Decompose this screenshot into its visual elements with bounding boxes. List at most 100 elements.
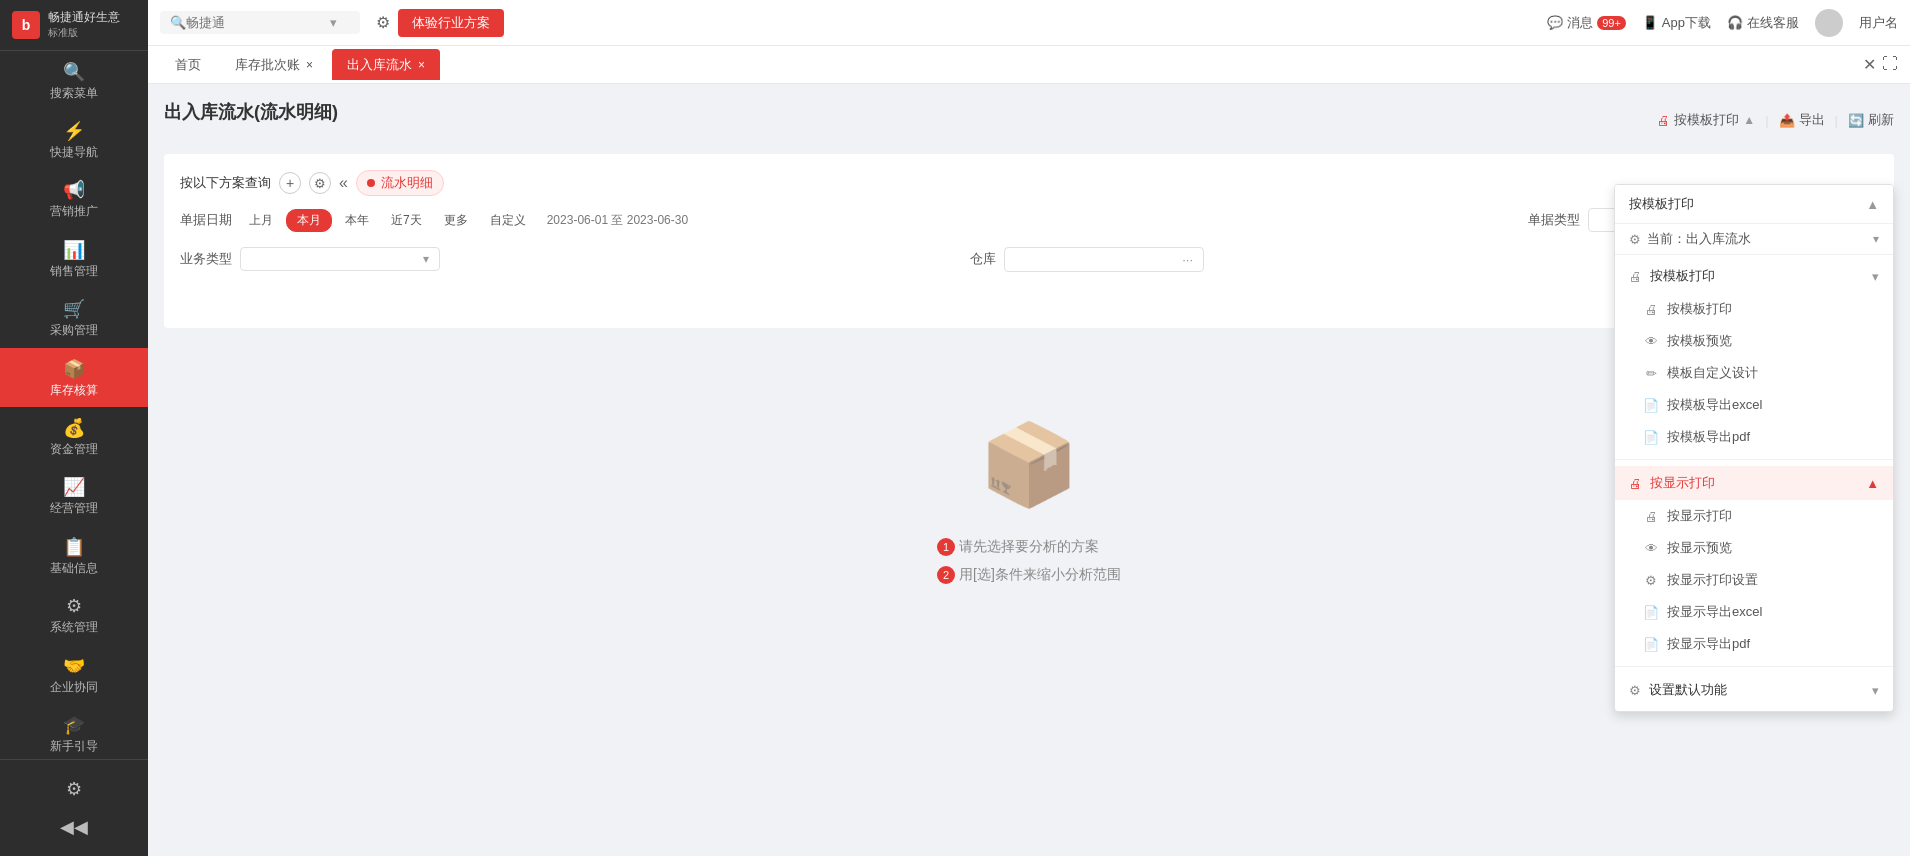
tab-maximize-icon[interactable]: ⛶ (1882, 55, 1898, 74)
warehouse-more-btn[interactable]: ··· (1182, 252, 1193, 267)
tab-flow-close[interactable]: × (418, 59, 425, 71)
dropdown-item-display-excel[interactable]: 📄 按显示导出excel (1615, 596, 1893, 628)
print-chevron-up: ▲ (1743, 113, 1755, 127)
app-download-icon: 📱 (1642, 15, 1658, 30)
dropdown-collapse-arrow[interactable]: ▲ (1866, 197, 1879, 212)
topbar-app-download[interactable]: 📱 App下载 (1642, 14, 1711, 32)
sidebar-bottom: ⚙ ◀◀ (0, 759, 148, 856)
dropdown-item-template-custom[interactable]: ✏ 模板自定义设计 (1615, 357, 1893, 389)
template-print-section: 🖨 按模板打印 ▾ 🖨 按模板打印 👁 按模板预览 (1615, 255, 1893, 457)
item-label-template-excel: 按模板导出excel (1667, 396, 1762, 414)
query-collapse-btn[interactable]: « (339, 174, 348, 192)
page-top-actions: 🖨 按模板打印 ▲ | 📤 导出 | 🔄 刷新 (1657, 111, 1894, 129)
warehouse-label: 仓库 (970, 250, 996, 268)
dropdown-item-template-excel[interactable]: 📄 按模板导出excel (1615, 389, 1893, 421)
query-add-btn[interactable]: + (279, 172, 301, 194)
tab-batch-ledger-label: 库存批次账 (235, 56, 300, 74)
date-prev-month[interactable]: 上月 (240, 209, 282, 232)
finance-icon: 💰 (63, 417, 85, 439)
divider-sections2 (1615, 666, 1893, 667)
tab-batch-ledger-close[interactable]: × (306, 59, 313, 71)
refresh-btn[interactable]: 🔄 刷新 (1848, 111, 1894, 129)
sidebar-logo: b 畅捷通好生意 标准版 (0, 0, 148, 51)
tab-close-all-icon[interactable]: ✕ (1863, 55, 1876, 74)
item-label-display-print: 按显示打印 (1667, 507, 1732, 525)
item-icon-template-pdf: 📄 (1643, 429, 1659, 445)
sidebar-bottom-settings[interactable]: ⚙ (0, 770, 148, 808)
sidebar-item-quick-nav[interactable]: ⚡ 快捷导航 (0, 110, 148, 169)
date-field: 单据日期 上月 本月 本年 近7天 更多 自定义 2023-06-01 至 20… (180, 209, 1508, 232)
sidebar-item-corp[interactable]: 🤝 企业协同 (0, 645, 148, 704)
sidebar-item-operations[interactable]: 📈 经营管理 (0, 466, 148, 525)
topbar-gear-icon[interactable]: ⚙ (376, 13, 390, 32)
dropdown-item-display-preview[interactable]: 👁 按显示预览 (1615, 532, 1893, 564)
sidebar-item-system[interactable]: ⚙ 系统管理 (0, 585, 148, 644)
tab-flow[interactable]: 出入库流水 × (332, 49, 440, 80)
sidebar-item-marketing[interactable]: 📢 营销推广 (0, 169, 148, 228)
message-badge: 99+ (1597, 16, 1626, 30)
date-current-year[interactable]: 本年 (336, 209, 378, 232)
export-icon: 📤 (1779, 113, 1795, 128)
trial-btn[interactable]: 体验行业方案 (398, 9, 504, 37)
dropdown-item-display-pdf[interactable]: 📄 按显示导出pdf (1615, 628, 1893, 660)
sidebar-item-sales[interactable]: 📊 销售管理 (0, 229, 148, 288)
warehouse-select[interactable]: ··· (1004, 247, 1204, 272)
template-print-header[interactable]: 🖨 按模板打印 ▾ (1615, 259, 1893, 293)
topbar-right: 💬 消息 99+ 📱 App下载 🎧 在线客服 用户名 (1547, 9, 1898, 37)
purchase-label: 采购管理 (50, 323, 98, 337)
search-icon: 🔍 (170, 15, 186, 30)
user-avatar[interactable] (1815, 9, 1843, 37)
set-default-header[interactable]: ⚙ 设置默认功能 ▾ (1615, 673, 1893, 707)
dropdown-title: 按模板打印 (1629, 195, 1694, 213)
biz-type-select[interactable]: ▾ (240, 247, 440, 271)
query-filter-tag[interactable]: 流水明细 (356, 170, 444, 196)
display-print-arrow: ▲ (1866, 476, 1879, 491)
print-template-btn[interactable]: 🖨 按模板打印 ▲ (1657, 111, 1755, 129)
item-icon-display-pdf: 📄 (1643, 636, 1659, 652)
sidebar-bottom-collapse[interactable]: ◀◀ (0, 808, 148, 846)
topbar-online-service[interactable]: 🎧 在线客服 (1727, 14, 1799, 32)
tab-home[interactable]: 首页 (160, 49, 216, 80)
search-dropdown-icon[interactable]: ▾ (330, 15, 337, 30)
inventory-label: 库存核算 (50, 383, 98, 397)
dropdown-item-display-settings[interactable]: ⚙ 按显示打印设置 (1615, 564, 1893, 596)
display-print-header[interactable]: 🖨 按显示打印 ▲ (1615, 466, 1893, 500)
sidebar-item-inventory[interactable]: 📦 库存核算 (0, 348, 148, 407)
page-content: 出入库流水(流水明细) 🖨 按模板打印 ▲ | 📤 导出 | 🔄 (148, 84, 1910, 856)
dropdown-header: 按模板打印 ▲ (1615, 185, 1893, 224)
filter-tag-label: 流水明细 (381, 174, 433, 192)
search-input[interactable] (186, 15, 326, 30)
query-setting-btn[interactable]: ⚙ (309, 172, 331, 194)
dropdown-current: ⚙ 当前：出入库流水 ▾ (1615, 224, 1893, 255)
export-btn[interactable]: 📤 导出 (1779, 111, 1825, 129)
sidebar-item-finance[interactable]: 💰 资金管理 (0, 407, 148, 466)
refresh-icon: 🔄 (1848, 113, 1864, 128)
sidebar-item-purchase[interactable]: 🛒 采购管理 (0, 288, 148, 347)
current-label: 当前：出入库流水 (1647, 230, 1751, 248)
tab-batch-ledger[interactable]: 库存批次账 × (220, 49, 328, 80)
date-custom[interactable]: 自定义 (481, 209, 535, 232)
print-icon: 🖨 (1657, 113, 1670, 128)
dropdown-item-template-preview[interactable]: 👁 按模板预览 (1615, 325, 1893, 357)
biz-type-label: 业务类型 (180, 250, 232, 268)
search-menu-label: 搜索菜单 (50, 86, 98, 100)
sidebar-item-newbie[interactable]: 🎓 新手引导 (0, 704, 148, 759)
set-default-arrow: ▾ (1872, 683, 1879, 698)
dropdown-item-template-pdf[interactable]: 📄 按模板导出pdf (1615, 421, 1893, 453)
sidebar-item-base-info[interactable]: 📋 基础信息 (0, 526, 148, 585)
display-print-label: 按显示打印 (1650, 474, 1715, 492)
empty-icon: 📦 (979, 418, 1079, 512)
topbar-message[interactable]: 💬 消息 99+ (1547, 14, 1626, 32)
topbar-search-box[interactable]: 🔍 ▾ (160, 11, 360, 34)
item-label-display-excel: 按显示导出excel (1667, 603, 1762, 621)
dropdown-item-template-print[interactable]: 🖨 按模板打印 (1615, 293, 1893, 325)
date-more[interactable]: 更多 (435, 209, 477, 232)
app-logo-icon: b (12, 11, 40, 39)
item-icon-display-excel: 📄 (1643, 604, 1659, 620)
sidebar: b 畅捷通好生意 标准版 🔍 搜索菜单 ⚡ 快捷导航 📢 营销推广 📊 销售管理… (0, 0, 148, 856)
dropdown-item-display-print[interactable]: 🖨 按显示打印 (1615, 500, 1893, 532)
date-last7days[interactable]: 近7天 (382, 209, 431, 232)
set-default-label: 设置默认功能 (1649, 681, 1727, 699)
date-current-month[interactable]: 本月 (286, 209, 332, 232)
sidebar-item-search-menu[interactable]: 🔍 搜索菜单 (0, 51, 148, 110)
